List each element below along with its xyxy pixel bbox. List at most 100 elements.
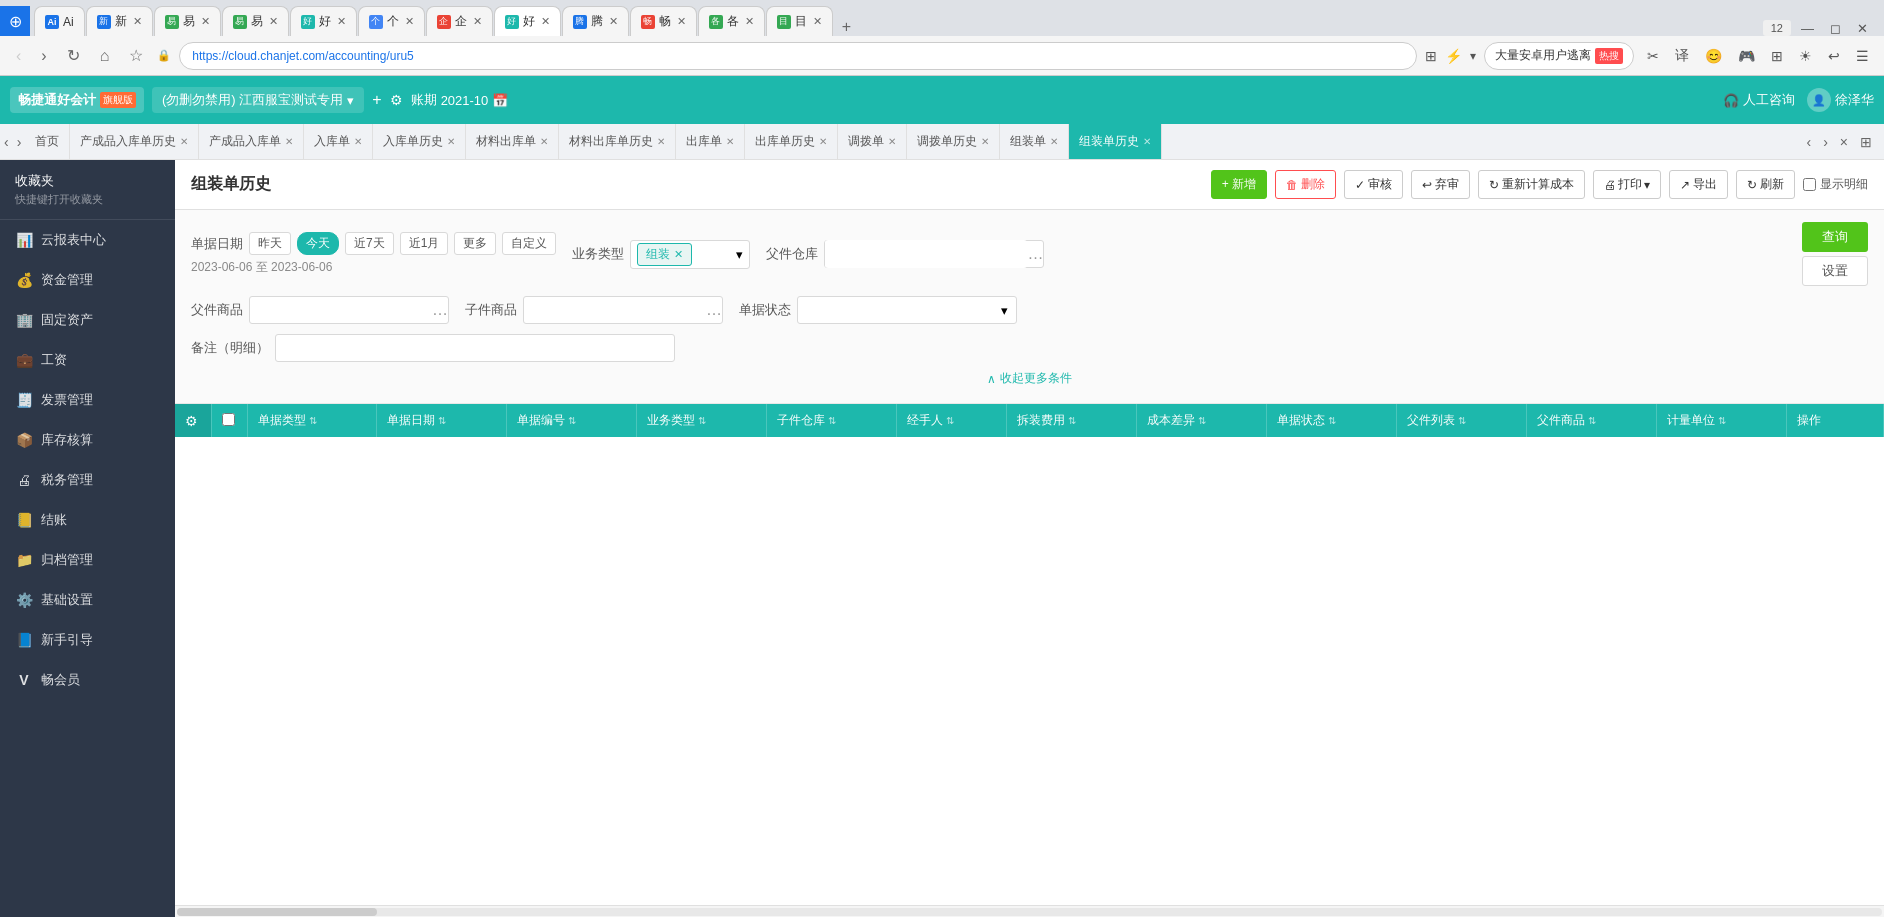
print-button[interactable]: 🖨 打印 ▾ — [1593, 170, 1661, 199]
recalc-button[interactable]: ↻ 重新计算成本 — [1478, 170, 1585, 199]
nav-tab-out-hist-close[interactable]: ✕ — [819, 136, 827, 147]
scissors-icon[interactable]: ✂ — [1642, 45, 1664, 67]
tab-qi-close[interactable]: ✕ — [473, 15, 482, 28]
undo-icon[interactable]: ↩ — [1823, 45, 1845, 67]
grid-icon[interactable]: ⊞ — [1766, 45, 1788, 67]
tab-mu[interactable]: 目 目 ✕ — [766, 6, 833, 36]
parent-goods-input[interactable] — [250, 303, 432, 317]
th-bill-no[interactable]: 单据编号 — [507, 404, 637, 437]
th-unit[interactable]: 计量单位 — [1656, 404, 1786, 437]
sidebar-item-assets[interactable]: 🏢 固定资产 — [0, 300, 175, 340]
nav-tab-assemble-hist[interactable]: 组装单历史 ✕ — [1069, 124, 1162, 160]
date-btn-today[interactable]: 今天 — [297, 232, 339, 255]
collapse-button[interactable]: ∧ 收起更多条件 — [191, 362, 1868, 391]
date-btn-yesterday[interactable]: 昨天 — [249, 232, 291, 255]
nav-tab-next[interactable]: › — [1819, 134, 1832, 150]
nav-tab-assemble-hist-close[interactable]: ✕ — [1143, 136, 1151, 147]
th-checkbox[interactable] — [211, 404, 247, 437]
status-select[interactable]: ▾ — [797, 296, 1017, 324]
warehouse-more-btn[interactable]: … — [1027, 245, 1043, 263]
nav-tab-mat-out-hist-close[interactable]: ✕ — [657, 136, 665, 147]
nav-tab-prod-in-hist[interactable]: 产成品入库单历史 ✕ — [70, 124, 199, 160]
tab-ge2[interactable]: 各 各 ✕ — [698, 6, 765, 36]
nav-tab-mat-out-hist[interactable]: 材料出库单历史 ✕ — [559, 124, 676, 160]
nav-tab-mat-out-close[interactable]: ✕ — [540, 136, 548, 147]
nav-tab-mat-out[interactable]: 材料出库单 ✕ — [466, 124, 559, 160]
filter-settings-button[interactable]: 设置 — [1802, 256, 1868, 286]
calendar-icon[interactable]: 📅 — [492, 93, 508, 108]
company-selector[interactable]: (勿删勿禁用) 江西服宝测试专用 ▾ — [152, 87, 364, 113]
parent-goods-more[interactable]: … — [432, 301, 448, 319]
maximize-icon[interactable]: ◻ — [1824, 21, 1847, 36]
sidebar-item-funds[interactable]: 💰 资金管理 — [0, 260, 175, 300]
tab-hao1-close[interactable]: ✕ — [337, 15, 346, 28]
th-bill-status[interactable]: 单据状态 — [1267, 404, 1397, 437]
tab-ai[interactable]: Ai Ai — [34, 6, 85, 36]
sun-icon[interactable]: ☀ — [1794, 45, 1817, 67]
tab-chang[interactable]: 畅 畅 ✕ — [630, 6, 697, 36]
menu-icon[interactable]: ☰ — [1851, 45, 1874, 67]
minimize-icon[interactable]: — — [1795, 21, 1820, 36]
tab-ge[interactable]: 个 个 ✕ — [358, 6, 425, 36]
nav-tab-prev[interactable]: ‹ — [1802, 134, 1815, 150]
sidebar-item-archive[interactable]: 📁 归档管理 — [0, 540, 175, 580]
tab-yi2[interactable]: 易 易 ✕ — [222, 6, 289, 36]
sidebar-item-basic-settings[interactable]: ⚙️ 基础设置 — [0, 580, 175, 620]
refresh-button[interactable]: ↻ — [61, 44, 86, 67]
close-icon[interactable]: ✕ — [1851, 21, 1874, 36]
add-company-button[interactable]: + — [372, 91, 381, 109]
tab-teng-close[interactable]: ✕ — [609, 15, 618, 28]
warehouse-input[interactable] — [825, 240, 1027, 268]
th-biz-type[interactable]: 业务类型 — [637, 404, 767, 437]
new-tab-button[interactable]: + — [834, 18, 859, 36]
nav-tab-prod-in-close[interactable]: ✕ — [285, 136, 293, 147]
th-child-warehouse[interactable]: 子件仓库 — [767, 404, 897, 437]
tab-chang-close[interactable]: ✕ — [677, 15, 686, 28]
nav-left-arrow[interactable]: ‹ — [0, 134, 13, 150]
tab-new-close[interactable]: ✕ — [133, 15, 142, 28]
tab-active-close[interactable]: ✕ — [541, 15, 550, 28]
sidebar-item-invoice[interactable]: 🧾 发票管理 — [0, 380, 175, 420]
notes-input[interactable] — [275, 334, 675, 362]
dropdown-icon[interactable]: ▾ — [1470, 49, 1476, 63]
select-all-checkbox[interactable] — [222, 413, 235, 426]
th-settings[interactable]: ⚙ — [175, 404, 211, 437]
nav-tab-in-hist-close[interactable]: ✕ — [447, 136, 455, 147]
emoji-icon[interactable]: 😊 — [1700, 45, 1727, 67]
sidebar-item-tax[interactable]: 🖨 税务管理 — [0, 460, 175, 500]
nav-tab-menu[interactable]: ⊞ — [1856, 134, 1876, 150]
sidebar-item-guide[interactable]: 📘 新手引导 — [0, 620, 175, 660]
search-box[interactable]: 大量安卓用户逃离 热搜 — [1484, 42, 1634, 70]
sidebar-item-settle[interactable]: 📒 结账 — [0, 500, 175, 540]
tab-ge-close[interactable]: ✕ — [405, 15, 414, 28]
nav-tab-transfer-hist-close[interactable]: ✕ — [981, 136, 989, 147]
th-bill-date[interactable]: 单据日期 — [377, 404, 507, 437]
tab-qi[interactable]: 企 企 ✕ — [426, 6, 493, 36]
nav-tab-transfer[interactable]: 调拨单 ✕ — [838, 124, 907, 160]
th-parent-goods[interactable]: 父件商品 — [1526, 404, 1656, 437]
tab-yi1[interactable]: 易 易 ✕ — [154, 6, 221, 36]
nav-tab-assemble-close[interactable]: ✕ — [1050, 136, 1058, 147]
nav-tab-home[interactable]: 首页 — [25, 124, 70, 160]
child-goods-input[interactable] — [524, 303, 706, 317]
nav-tab-in-close[interactable]: ✕ — [354, 136, 362, 147]
tab-new[interactable]: 新 新 ✕ — [86, 6, 153, 36]
tab-ge2-close[interactable]: ✕ — [745, 15, 754, 28]
abandon-button[interactable]: ↩ 弃审 — [1411, 170, 1470, 199]
nav-tab-out[interactable]: 出库单 ✕ — [676, 124, 745, 160]
nav-tab-assemble[interactable]: 组装单 ✕ — [1000, 124, 1069, 160]
audit-button[interactable]: ✓ 审核 — [1344, 170, 1403, 199]
biz-type-input[interactable]: 组装 ✕ ▾ — [630, 240, 750, 269]
query-button[interactable]: 查询 — [1802, 222, 1868, 252]
nav-tab-transfer-close[interactable]: ✕ — [888, 136, 896, 147]
address-input[interactable] — [179, 42, 1417, 70]
export-button[interactable]: ↗ 导出 — [1669, 170, 1728, 199]
home-button[interactable]: ⌂ — [94, 45, 116, 67]
tab-active[interactable]: 好 好 ✕ — [494, 6, 561, 36]
nav-tab-in[interactable]: 入库单 ✕ — [304, 124, 373, 160]
date-btn-custom[interactable]: 自定义 — [502, 232, 556, 255]
translate-icon[interactable]: 译 — [1670, 44, 1694, 68]
date-btn-1month[interactable]: 近1月 — [400, 232, 449, 255]
tab-yi2-close[interactable]: ✕ — [269, 15, 278, 28]
table-container[interactable]: ⚙ 单据类型 单据日期 单据编 — [175, 404, 1884, 905]
